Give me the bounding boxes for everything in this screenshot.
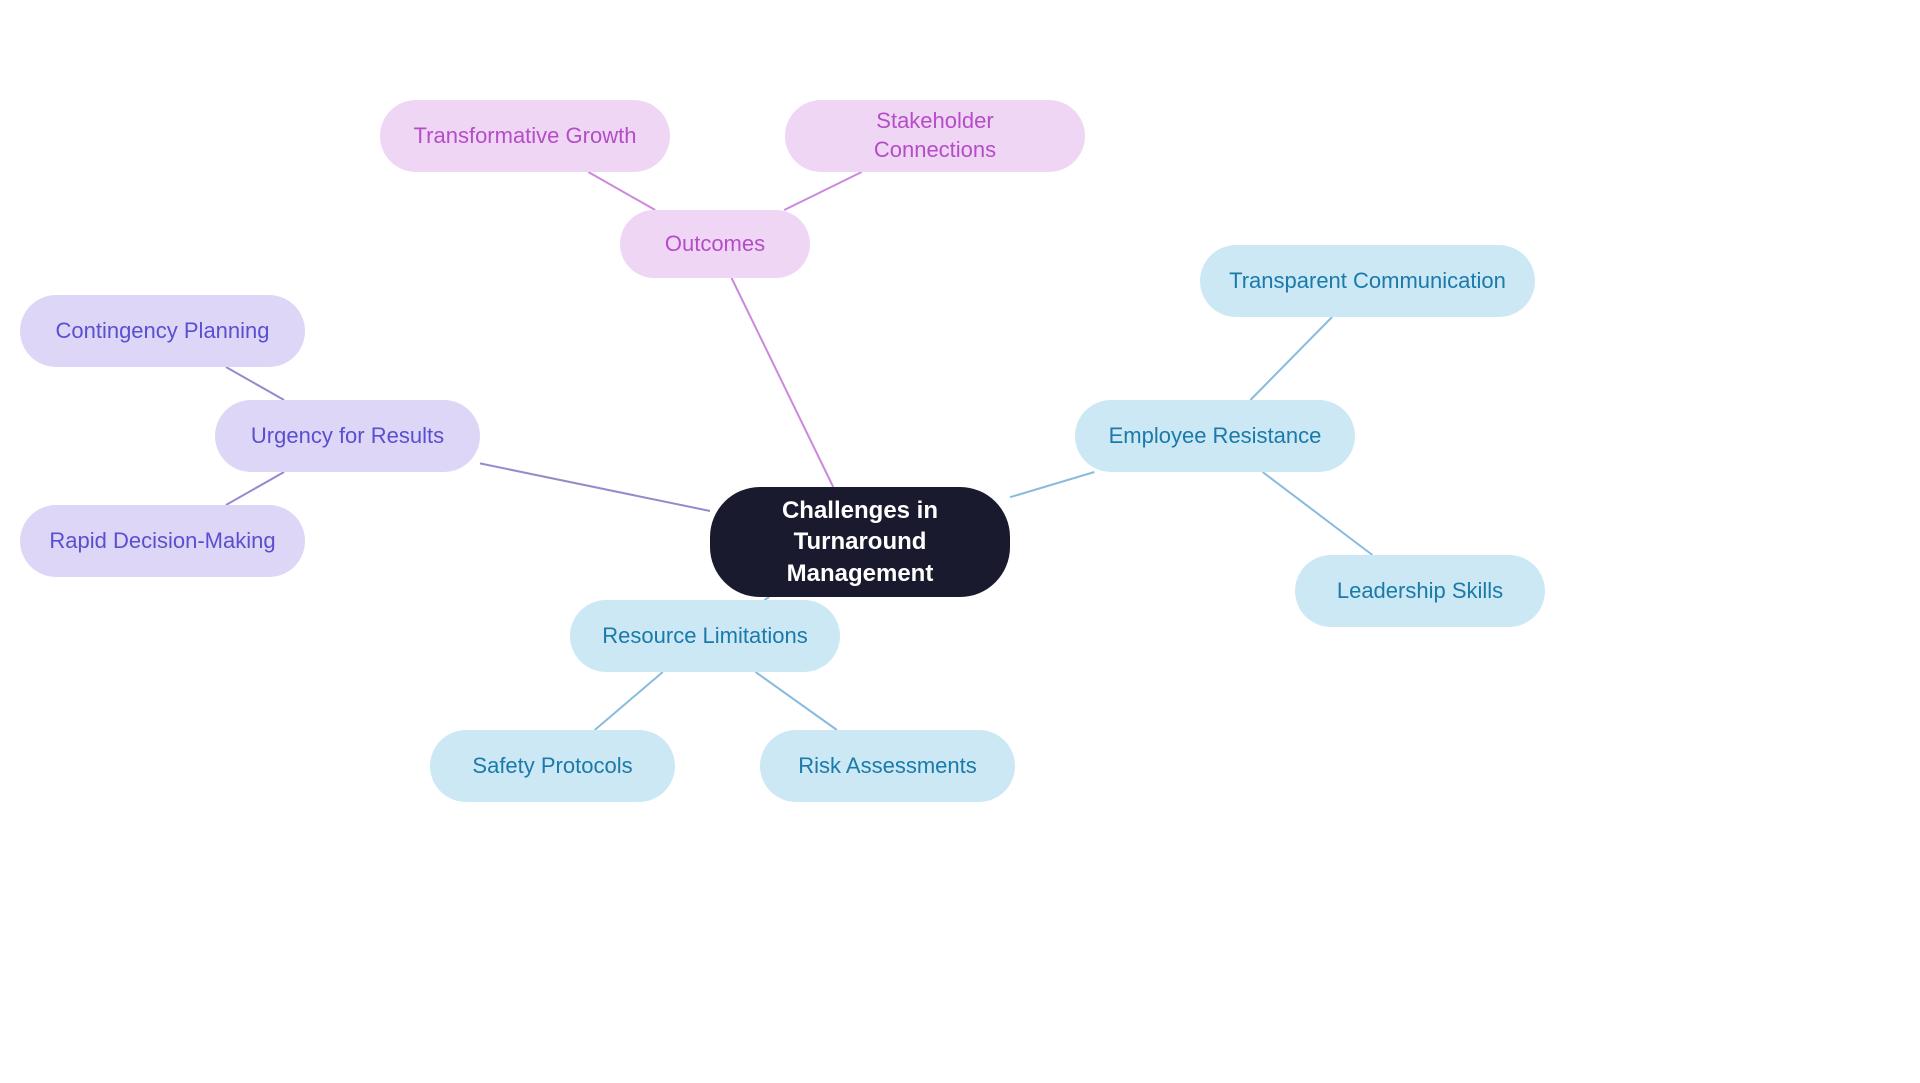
node-rapid-decision-making: Rapid Decision-Making [20, 505, 305, 577]
center-node: Challenges in Turnaround Management [710, 487, 1010, 597]
node-stakeholder-connections: Stakeholder Connections [785, 100, 1085, 172]
center-label: Challenges in Turnaround Management [738, 495, 982, 589]
label-safety-protocols: Safety Protocols [472, 752, 632, 781]
node-risk-assessments: Risk Assessments [760, 730, 1015, 802]
node-outcomes: Outcomes [620, 210, 810, 278]
label-outcomes: Outcomes [665, 230, 765, 259]
node-contingency-planning: Contingency Planning [20, 295, 305, 367]
label-urgency-for-results: Urgency for Results [251, 422, 444, 451]
label-transparent-communication: Transparent Communication [1229, 267, 1506, 296]
label-rapid-decision-making: Rapid Decision-Making [49, 527, 275, 556]
node-resource-limitations: Resource Limitations [570, 600, 840, 672]
label-leadership-skills: Leadership Skills [1337, 577, 1503, 606]
node-safety-protocols: Safety Protocols [430, 730, 675, 802]
node-transparent-communication: Transparent Communication [1200, 245, 1535, 317]
label-stakeholder-connections: Stakeholder Connections [813, 107, 1057, 164]
node-employee-resistance: Employee Resistance [1075, 400, 1355, 472]
label-transformative-growth: Transformative Growth [414, 122, 637, 151]
label-contingency-planning: Contingency Planning [55, 317, 269, 346]
label-employee-resistance: Employee Resistance [1109, 422, 1322, 451]
node-urgency-for-results: Urgency for Results [215, 400, 480, 472]
node-leadership-skills: Leadership Skills [1295, 555, 1545, 627]
node-transformative-growth: Transformative Growth [380, 100, 670, 172]
label-risk-assessments: Risk Assessments [798, 752, 977, 781]
label-resource-limitations: Resource Limitations [602, 622, 807, 651]
